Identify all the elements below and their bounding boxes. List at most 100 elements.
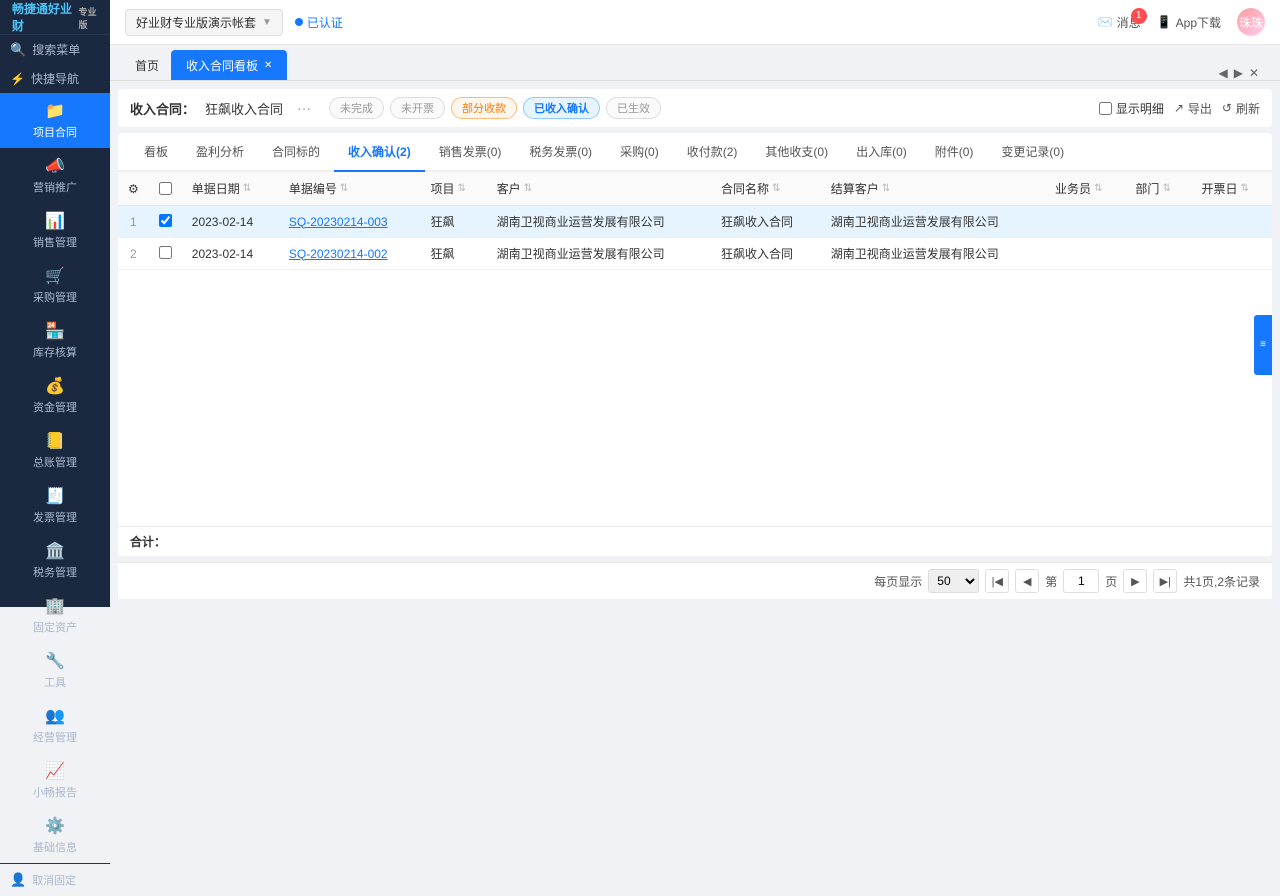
- sub-tab-warehouse[interactable]: 出入库(0): [842, 133, 921, 172]
- more-options-icon[interactable]: ···: [297, 100, 311, 116]
- sidebar-item-labor[interactable]: 🔧 工具: [0, 643, 110, 698]
- sidebar-item-marketing[interactable]: 📣 营销推广: [0, 148, 110, 203]
- sub-tab-attachments[interactable]: 附件(0): [921, 133, 988, 172]
- sidebar-item-funds[interactable]: 💰 资金管理: [0, 368, 110, 423]
- sub-tab-other[interactable]: 其他收支(0): [751, 133, 842, 172]
- tab-prev-icon[interactable]: ◀: [1218, 66, 1227, 80]
- data-table: ⚙ 单据日期⇅ 单据编号⇅ 项: [118, 172, 1272, 270]
- page-first-button[interactable]: |◀: [985, 569, 1009, 593]
- page-label-pre: 第: [1045, 573, 1057, 590]
- select-all-checkbox[interactable]: [159, 182, 172, 195]
- row-contract-name: 狂飙收入合同: [711, 238, 821, 270]
- page-prev-button[interactable]: ◀: [1015, 569, 1039, 593]
- tab-close-all-icon[interactable]: ✕: [1249, 66, 1259, 80]
- sort-billno-icon[interactable]: ⇅: [340, 183, 348, 194]
- download-icon: 📱: [1157, 15, 1172, 29]
- sidebar-item-projects[interactable]: 📁 项目合同: [0, 93, 110, 148]
- sort-project-icon[interactable]: ⇅: [458, 183, 466, 194]
- sub-tab-payment[interactable]: 收付款(2): [673, 133, 752, 172]
- settings-icon: ⚙️: [45, 816, 65, 836]
- page-next-button[interactable]: ▶: [1123, 569, 1147, 593]
- tab-close-icon[interactable]: ✕: [264, 60, 272, 71]
- sort-date-icon[interactable]: ⇅: [243, 183, 251, 194]
- status-tags: 未完成 未开票 部分收款 已收入确认 已生效: [329, 97, 661, 119]
- sidebar-item-fixed-assets[interactable]: 🏢 固定资产: [0, 588, 110, 643]
- sidebar-bottom: 👤 取消固定: [0, 863, 110, 896]
- sort-salesperson-icon[interactable]: ⇅: [1094, 183, 1102, 194]
- sub-tab-targets[interactable]: 合同标的: [258, 133, 334, 172]
- message-button[interactable]: ✉️ 1 消息: [1098, 14, 1141, 31]
- sort-contract-icon[interactable]: ⇅: [772, 183, 780, 194]
- row-check-col[interactable]: [149, 206, 182, 238]
- tab-home[interactable]: 首页: [125, 51, 169, 80]
- row-bill-no[interactable]: SQ-20230214-003: [279, 206, 421, 238]
- sidebar-item-purchase[interactable]: 🛒 采购管理: [0, 258, 110, 313]
- tab-next-icon[interactable]: ▶: [1234, 66, 1243, 80]
- row-bill-no[interactable]: SQ-20230214-002: [279, 238, 421, 270]
- sidebar-item-basic[interactable]: ⚙️ 基础信息: [0, 808, 110, 863]
- export-button[interactable]: ↗ 导出: [1174, 100, 1212, 117]
- sort-dept-icon[interactable]: ⇅: [1162, 183, 1170, 194]
- avatar-label: 珠珠: [1239, 14, 1263, 31]
- sidebar-item-report[interactable]: 📈 小畅报告: [0, 753, 110, 808]
- page-last-button[interactable]: ▶|: [1153, 569, 1177, 593]
- row-checkbox[interactable]: [159, 246, 172, 259]
- sub-tab-revenue[interactable]: 收入确认(2): [334, 133, 425, 172]
- sidebar-item-tax[interactable]: 🏛️ 税务管理: [0, 533, 110, 588]
- panel-icon: ≡: [1260, 339, 1266, 350]
- lightning-icon: ⚡: [10, 72, 25, 86]
- table-row[interactable]: 2 2023-02-14 SQ-20230214-002 狂飙 湖南卫视商业运营…: [118, 238, 1272, 270]
- row-check-col[interactable]: [149, 238, 182, 270]
- row-settlement: 湖南卫视商业运营发展有限公司: [821, 206, 1045, 238]
- quick-nav-item[interactable]: ⚡ 快捷导航: [0, 64, 110, 93]
- refresh-button[interactable]: ↺ 刷新: [1222, 100, 1260, 117]
- row-customer: 湖南卫视商业运营发展有限公司: [487, 206, 711, 238]
- sub-tab-purchase[interactable]: 采购(0): [606, 133, 673, 172]
- row-gear-col: 2: [118, 238, 149, 270]
- col-date: 单据日期⇅: [182, 172, 279, 206]
- total-count: 共1页,2条记录: [1183, 573, 1260, 590]
- sidebar-item-invoice[interactable]: 🧾 发票管理: [0, 478, 110, 533]
- sidebar-item-general[interactable]: 📒 总账管理: [0, 423, 110, 478]
- sub-tab-tax-invoice[interactable]: 税务发票(0): [515, 133, 606, 172]
- sub-tab-changes[interactable]: 变更记录(0): [987, 133, 1078, 172]
- export-icon: ↗: [1174, 101, 1184, 115]
- show-detail-input[interactable]: [1099, 102, 1112, 115]
- sidebar-item-hr[interactable]: 👥 经营管理: [0, 698, 110, 753]
- user-avatar[interactable]: 珠珠: [1237, 8, 1265, 36]
- right-panel-toggle[interactable]: ≡: [1254, 315, 1272, 375]
- col-settlement: 结算客户⇅: [821, 172, 1045, 206]
- sub-tab-sales-invoice[interactable]: 销售发票(0): [425, 133, 516, 172]
- folder-icon: 📁: [45, 101, 65, 121]
- show-detail-checkbox[interactable]: 显示明细: [1099, 100, 1164, 117]
- row-project: 狂飙: [421, 238, 487, 270]
- search-menu-item[interactable]: 🔍 搜索菜单: [0, 35, 110, 64]
- refresh-icon: ↺: [1222, 101, 1232, 115]
- tab-contract-board[interactable]: 收入合同看板 ✕: [171, 50, 287, 80]
- sort-invdate-icon[interactable]: ⇅: [1241, 183, 1249, 194]
- app-download-button[interactable]: 📱 App下载: [1157, 14, 1221, 31]
- sidebar-item-inventory[interactable]: 🏪 库存核算: [0, 313, 110, 368]
- row-checkbox[interactable]: [159, 214, 172, 227]
- sub-tab-profit[interactable]: 盈利分析: [182, 133, 258, 172]
- invoice-icon: 🧾: [45, 486, 65, 506]
- page-input[interactable]: [1063, 569, 1099, 593]
- sidebar-item-sales[interactable]: 📊 销售管理: [0, 203, 110, 258]
- report-icon: 📈: [45, 761, 65, 781]
- sidebar-bottom-user[interactable]: 👤 取消固定: [0, 864, 110, 896]
- table-row[interactable]: 1 2023-02-14 SQ-20230214-003 狂飙 湖南卫视商业运营…: [118, 206, 1272, 238]
- company-selector[interactable]: 好业财专业版演示帐套 ▼: [125, 9, 283, 36]
- sub-tabs-container: 看板 盈利分析 合同标的 收入确认(2) 销售发票(0) 税务发票(0) 采购(…: [118, 133, 1272, 556]
- message-badge: 1: [1131, 8, 1147, 24]
- pagination-bar: 每页显示 50 100 200 |◀ ◀ 第 页 ▶ ▶| 共1页,2条记录: [118, 562, 1272, 599]
- row-date: 2023-02-14: [182, 238, 279, 270]
- gear-icon[interactable]: ⚙: [128, 182, 139, 196]
- chart-icon: 📊: [45, 211, 65, 231]
- per-page-select[interactable]: 50 100 200: [928, 569, 979, 593]
- sort-customer-icon[interactable]: ⇅: [524, 183, 532, 194]
- col-customer: 客户⇅: [487, 172, 711, 206]
- quick-nav-label: 快捷导航: [31, 70, 79, 87]
- sub-tab-board[interactable]: 看板: [130, 133, 182, 172]
- sort-settlement-icon[interactable]: ⇅: [882, 183, 890, 194]
- col-bill-no: 单据编号⇅: [279, 172, 421, 206]
